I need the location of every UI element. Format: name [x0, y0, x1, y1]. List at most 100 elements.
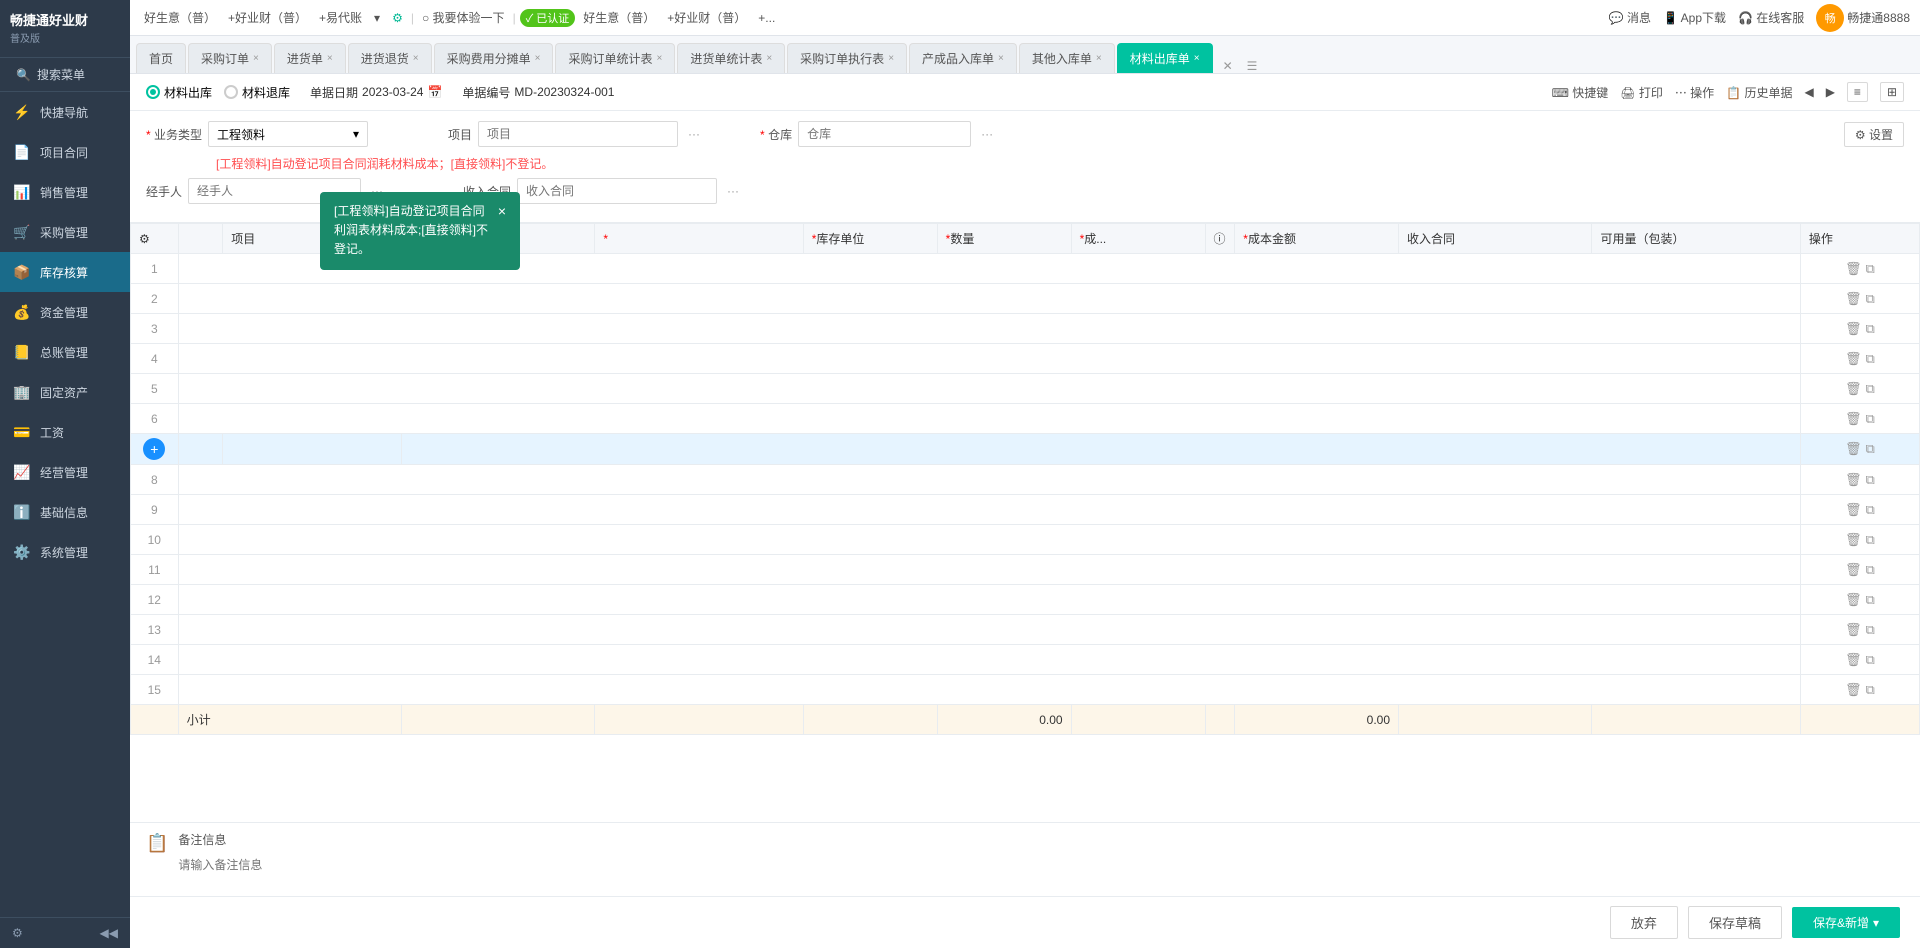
tab-purchase-exec[interactable]: 采购订单执行表×	[787, 43, 907, 73]
tooltip-close-btn[interactable]: ×	[498, 200, 506, 222]
delete-row-14[interactable]: 🗑	[1845, 652, 1862, 667]
topbar-settings-icon[interactable]: ⚙	[388, 9, 407, 27]
copy-row-11[interactable]: ⧉	[1866, 562, 1875, 577]
tab-other-storage[interactable]: 其他入库单×	[1019, 43, 1115, 73]
sidebar-item-mgmt[interactable]: 📈 经营管理	[0, 452, 130, 492]
tab-more-btn[interactable]: ☰	[1243, 59, 1262, 73]
add-row-btn[interactable]: +	[143, 438, 165, 460]
tab-material-out[interactable]: 材料出库单×	[1117, 43, 1213, 73]
warehouse-input[interactable]	[798, 121, 971, 147]
dropdown-arrow-save[interactable]: ▾	[1873, 916, 1879, 930]
save-draft-button[interactable]: 保存草稿	[1688, 906, 1782, 939]
copy-row-1[interactable]: ⧉	[1866, 261, 1875, 276]
sidebar-item-inventory[interactable]: 📦 库存核算	[0, 252, 130, 292]
topbar-sy2[interactable]: 好生意（普）	[579, 7, 659, 28]
income-contract-dots[interactable]: ···	[727, 184, 739, 198]
delete-row-10[interactable]: 🗑	[1845, 532, 1862, 547]
order-value[interactable]: MD-20230324-001	[514, 85, 614, 99]
tab-purchase-order[interactable]: 采购订单×	[188, 43, 272, 73]
copy-row-15[interactable]: ⧉	[1866, 682, 1875, 697]
save-new-button[interactable]: 保存&新增 ▾	[1792, 907, 1900, 938]
sidebar-item-purchase[interactable]: 🛒 采购管理	[0, 212, 130, 252]
sidebar-item-project[interactable]: 📄 项目合同	[0, 132, 130, 172]
delete-row-1[interactable]: 🗑	[1845, 261, 1862, 276]
shortcut-btn[interactable]: ⌨ 快捷键	[1552, 84, 1609, 101]
tab-home[interactable]: 首页	[136, 43, 186, 73]
copy-row-5[interactable]: ⧉	[1866, 381, 1875, 396]
discard-button[interactable]: 放弃	[1610, 906, 1678, 939]
sidebar-item-system[interactable]: ⚙️ 系统管理	[0, 532, 130, 572]
copy-row-8[interactable]: ⧉	[1866, 472, 1875, 487]
topbar-link-sy[interactable]: 好生意（普）	[140, 7, 220, 28]
delete-row-2[interactable]: 🗑	[1845, 291, 1862, 306]
sidebar-item-salary[interactable]: 💳 工资	[0, 412, 130, 452]
delete-row-15[interactable]: 🗑	[1845, 682, 1862, 697]
topbar-link-hy[interactable]: +好业财（普）	[224, 7, 311, 28]
sidebar-item-assets[interactable]: 🏢 固定资产	[0, 372, 130, 412]
delete-row-11[interactable]: 🗑	[1845, 562, 1862, 577]
project-dots[interactable]: ···	[688, 127, 700, 141]
business-type-select[interactable]: 工程领料 ▾	[208, 121, 368, 147]
list-view-btn[interactable]: ≡	[1847, 82, 1868, 102]
active-cell-input-2[interactable]	[231, 442, 393, 456]
sidebar-item-sales[interactable]: 📊 销售管理	[0, 172, 130, 212]
tab-finished-storage[interactable]: 产成品入库单×	[909, 43, 1017, 73]
copy-row-6[interactable]: ⧉	[1866, 411, 1875, 426]
tab-close-purchase-exec[interactable]: ×	[888, 53, 894, 64]
col-settings[interactable]: ⚙	[131, 224, 179, 254]
topbar-online-service[interactable]: 🎧 在线客服	[1738, 9, 1804, 26]
tab-close-incoming[interactable]: ×	[327, 53, 333, 64]
operation-btn[interactable]: ⋯ 操作	[1675, 84, 1714, 101]
tab-incoming-return[interactable]: 进货退货×	[348, 43, 432, 73]
user-avatar-area[interactable]: 畅 畅捷通8888	[1816, 4, 1910, 32]
tab-close-btn[interactable]: ✕	[1215, 59, 1241, 73]
radio-material-out[interactable]: 材料出库	[146, 84, 212, 101]
delete-row-5[interactable]: 🗑	[1845, 381, 1862, 396]
delete-row-6[interactable]: 🗑	[1845, 411, 1862, 426]
print-btn[interactable]: 🖨 打印	[1620, 84, 1663, 101]
delete-row-8[interactable]: 🗑	[1845, 472, 1862, 487]
topbar-more[interactable]: +...	[754, 9, 779, 27]
tab-incoming-stats[interactable]: 进货单统计表×	[677, 43, 785, 73]
date-value[interactable]: 2023-03-24	[362, 85, 423, 99]
tab-close-purchase-expense[interactable]: ×	[535, 53, 541, 64]
delete-row-13[interactable]: 🗑	[1845, 622, 1862, 637]
topbar-link-yd[interactable]: +易代账	[315, 7, 366, 28]
topbar-app-download[interactable]: 📱 App下载	[1663, 9, 1726, 26]
prev-record-btn[interactable]: ◀	[1804, 85, 1813, 99]
topbar-trial-link[interactable]: ○ 我要体验一下	[418, 7, 509, 28]
copy-row-14[interactable]: ⧉	[1866, 652, 1875, 667]
sidebar-item-basic[interactable]: ℹ️ 基础信息	[0, 492, 130, 532]
active-cell-input-1[interactable]	[187, 442, 215, 456]
warehouse-dots[interactable]: ···	[981, 127, 993, 141]
collapse-icon[interactable]: ◀◀	[100, 926, 118, 940]
copy-row-9[interactable]: ⧉	[1866, 502, 1875, 517]
detail-view-btn[interactable]: ⊞	[1880, 82, 1904, 102]
history-btn[interactable]: 📋 历史单据	[1726, 84, 1792, 101]
copy-row-13[interactable]: ⧉	[1866, 622, 1875, 637]
income-contract-input[interactable]	[517, 178, 717, 204]
sidebar-item-quick[interactable]: ⚡ 快捷导航	[0, 92, 130, 132]
copy-row-7[interactable]: ⧉	[1866, 441, 1875, 456]
delete-row-7[interactable]: 🗑	[1845, 441, 1862, 456]
topbar-message[interactable]: 💬 消息	[1609, 9, 1651, 26]
radio-material-return[interactable]: 材料退库	[224, 84, 290, 101]
delete-row-3[interactable]: 🗑	[1845, 321, 1862, 336]
calendar-icon[interactable]: 📅	[427, 85, 442, 99]
topbar-hy2[interactable]: +好业财（普）	[663, 7, 750, 28]
topbar-dropdown-btn[interactable]: ▾	[370, 9, 384, 27]
next-record-btn[interactable]: ▶	[1826, 85, 1835, 99]
settings-icon[interactable]: ⚙	[12, 926, 23, 940]
sidebar-item-finance[interactable]: 💰 资金管理	[0, 292, 130, 332]
copy-row-4[interactable]: ⧉	[1866, 351, 1875, 366]
copy-row-10[interactable]: ⧉	[1866, 532, 1875, 547]
tab-close-finished-storage[interactable]: ×	[998, 53, 1004, 64]
tab-incoming[interactable]: 进货单×	[274, 43, 346, 73]
settings-btn[interactable]: ⚙ 设置	[1844, 122, 1904, 147]
project-input[interactable]	[478, 121, 678, 147]
tab-close-purchase-order[interactable]: ×	[253, 53, 259, 64]
copy-row-3[interactable]: ⧉	[1866, 321, 1875, 336]
delete-row-12[interactable]: 🗑	[1845, 592, 1862, 607]
tab-close-other-storage[interactable]: ×	[1096, 53, 1102, 64]
sidebar-item-ledger[interactable]: 📒 总账管理	[0, 332, 130, 372]
